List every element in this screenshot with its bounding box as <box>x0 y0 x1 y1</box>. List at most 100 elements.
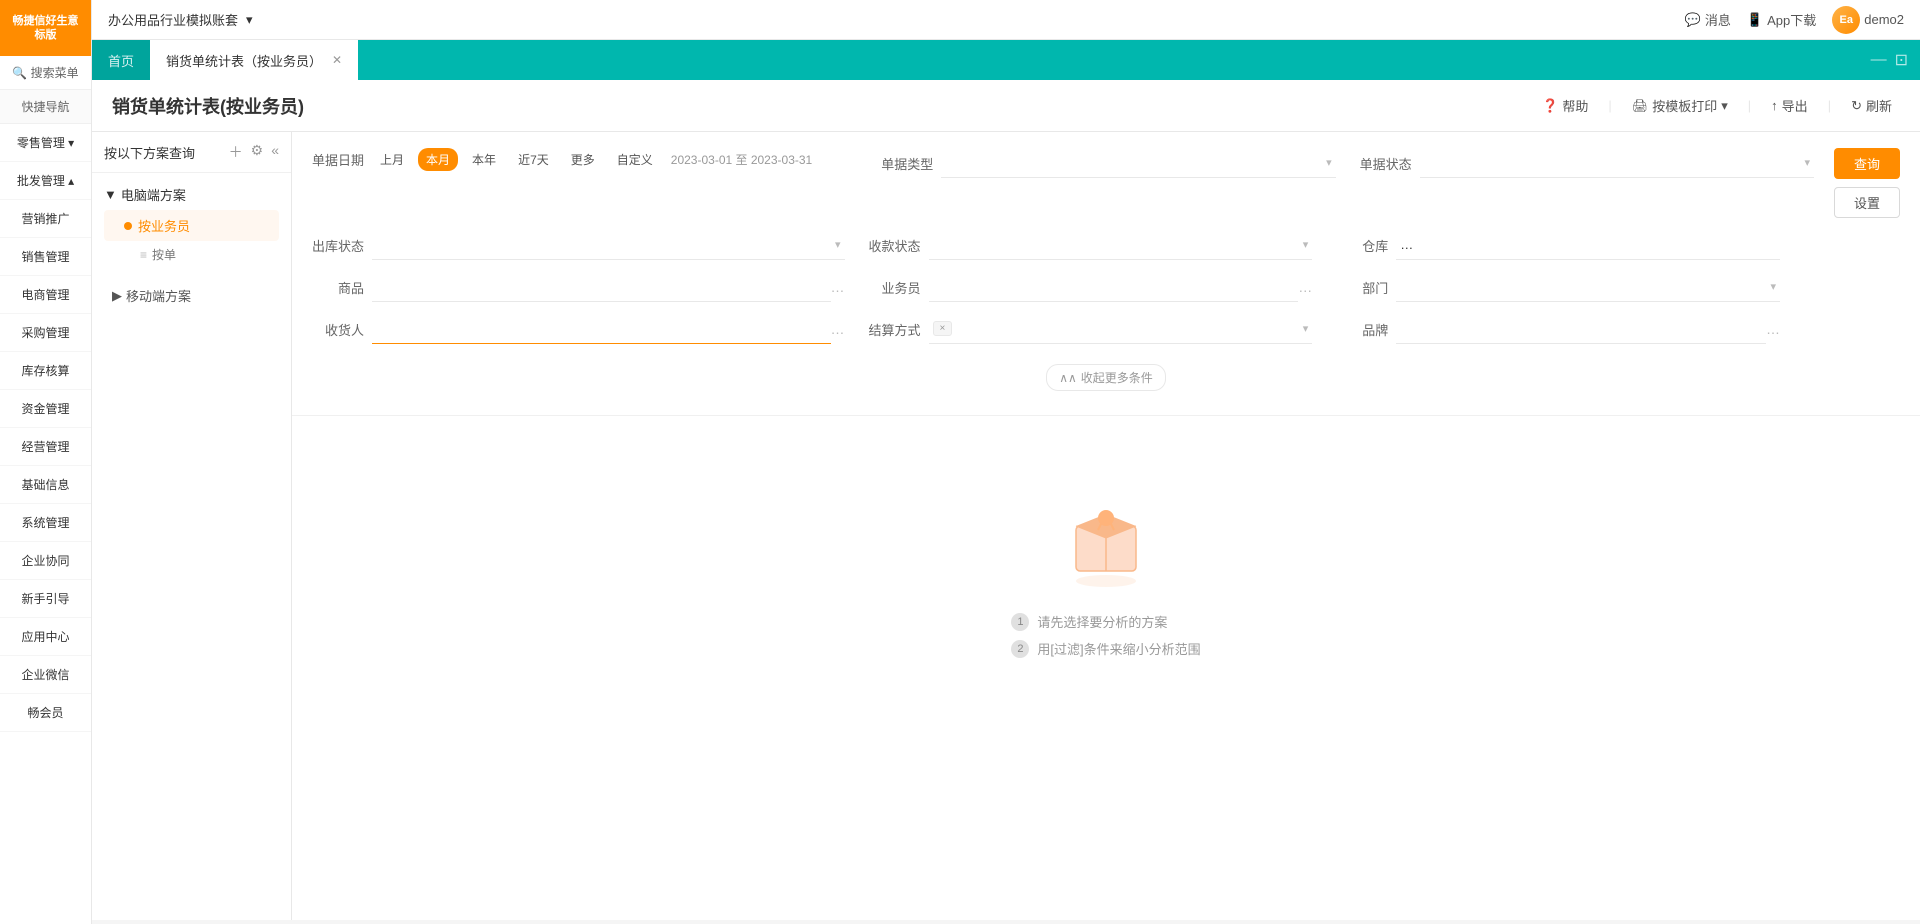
sidebar-item-operation[interactable]: 经营管理 <box>0 428 91 466</box>
refresh-button[interactable]: ↻ 刷新 <box>1843 92 1900 119</box>
sidebar-item-finance[interactable]: 资金管理 <box>0 390 91 428</box>
order-status-arrow: ▾ <box>1804 156 1810 169</box>
filter-warehouse-item: 仓库 … <box>1336 230 1780 260</box>
help-button[interactable]: ❓ 帮助 <box>1534 92 1596 119</box>
filter-staff-item: 业务员 … <box>869 272 1313 302</box>
home-tab-label: 首页 <box>108 51 134 70</box>
workspace-dropdown-icon[interactable]: ▾ <box>246 12 253 28</box>
date-more-btn[interactable]: 更多 <box>563 148 603 171</box>
consignee-input[interactable] <box>372 314 831 344</box>
sidebar-item-base[interactable]: 基础信息 <box>0 466 91 504</box>
brand-input[interactable] <box>1396 314 1766 344</box>
date-range-text: 2023-03-01 至 2023-03-31 <box>671 151 812 168</box>
date-prev-month-btn[interactable]: 上月 <box>372 148 412 171</box>
date-last7-btn[interactable]: 近7天 <box>510 148 557 171</box>
add-scheme-icon[interactable]: ＋ <box>229 142 243 162</box>
mobile-scheme-title[interactable]: ▶ 移动端方案 <box>104 280 279 311</box>
out-status-select[interactable]: ▾ <box>372 230 844 260</box>
sidebar-item-system[interactable]: 系统管理 <box>0 504 91 542</box>
staff-input[interactable] <box>929 272 1299 302</box>
settlement-select[interactable]: × ▾ <box>929 314 1313 344</box>
tab-report[interactable]: 销货单统计表（按业务员） ✕ <box>150 40 358 80</box>
order-status-select[interactable]: ▾ <box>1420 148 1814 178</box>
print-label: 按模板打印 <box>1652 96 1717 115</box>
sidebar-item-wechat[interactable]: 企业微信 <box>0 656 91 694</box>
tip-num-2: 2 <box>1011 640 1029 658</box>
tab-expand-icon[interactable]: ⊡ <box>1895 50 1908 70</box>
settings-button[interactable]: 设置 <box>1834 187 1900 218</box>
sidebar-item-sales[interactable]: 销售管理 <box>0 238 91 276</box>
filter-settlement-item: 结算方式 × ▾ <box>869 314 1313 344</box>
sidebar-item-ecommerce[interactable]: 电商管理 <box>0 276 91 314</box>
search-icon: 🔍 <box>12 66 27 80</box>
date-this-year-btn[interactable]: 本年 <box>464 148 504 171</box>
sidebar-item-wholesale[interactable]: 批发管理 ▴ <box>0 162 91 200</box>
print-button[interactable]: 🖨 按模板打印 ▾ <box>1624 92 1736 119</box>
panel-icon-group: ＋ ⚙ « <box>229 142 279 162</box>
left-panel: 按以下方案查询 ＋ ⚙ « ▼ 电脑端方案 按业务员 <box>92 132 292 920</box>
empty-state: 1 请先选择要分析的方案 2 用[过滤]条件来缩小分析范围 <box>292 416 1920 738</box>
consignee-dots[interactable]: … <box>831 321 845 337</box>
action-buttons: 查询 设置 <box>1814 148 1900 218</box>
scheme-item-by-order[interactable]: ≡ 按单 <box>104 241 279 268</box>
order-type-select[interactable]: ▾ <box>941 148 1335 178</box>
filter-order-type-item: 单据类型 ▾ <box>881 148 1335 178</box>
pc-scheme-title[interactable]: ▼ 电脑端方案 <box>104 179 279 210</box>
tab-minimize-icon[interactable]: — <box>1871 51 1887 69</box>
sidebar-item-marketing[interactable]: 营销推广 <box>0 200 91 238</box>
quick-nav-button[interactable]: 快捷导航 <box>0 90 91 124</box>
tip-num-1: 1 <box>1011 613 1029 631</box>
payment-status-arrow: ▾ <box>1303 238 1309 251</box>
collapse-button[interactable]: ∧∧ 收起更多条件 <box>1046 364 1166 391</box>
sidebar-item-inventory[interactable]: 库存核算 <box>0 352 91 390</box>
user-menu-button[interactable]: Ea demo2 <box>1832 6 1904 34</box>
empty-illustration <box>1056 496 1156 596</box>
filter-payment-status-item: 收款状态 ▾ <box>869 230 1313 260</box>
collapse-panel-icon[interactable]: « <box>271 142 279 162</box>
report-tab-label: 销货单统计表（按业务员） <box>166 51 322 70</box>
out-status-arrow: ▾ <box>835 238 841 251</box>
department-select[interactable]: ▾ <box>1396 272 1780 302</box>
left-panel-header: 按以下方案查询 ＋ ⚙ « <box>92 132 291 173</box>
sidebar-item-enterprise[interactable]: 企业协同 <box>0 542 91 580</box>
search-menu-button[interactable]: 🔍 搜索菜单 <box>0 56 91 90</box>
sidebar-item-retail[interactable]: 零售管理 ▾ <box>0 124 91 162</box>
warehouse-select[interactable]: … <box>1396 230 1780 260</box>
product-input[interactable] <box>372 272 831 302</box>
collapse-row: ∧∧ 收起更多条件 <box>312 356 1900 399</box>
page-content: 销货单统计表(按业务员) ❓ 帮助 | 🖨 按模板打印 ▾ | ↑ 导出 | <box>92 80 1920 924</box>
filter-date-item: 单据日期 上月 本月 本年 近7天 更多 自定义 2023-03-01 至 20… <box>312 148 857 171</box>
settlement-tag-x[interactable]: × <box>940 323 946 334</box>
left-panel-title: 按以下方案查询 <box>104 143 195 162</box>
app-download-button[interactable]: 📱 App下载 <box>1747 10 1816 29</box>
sidebar-item-member[interactable]: 畅会员 <box>0 694 91 732</box>
date-filter: 上月 本月 本年 近7天 更多 自定义 2023-03-01 至 2023-03… <box>372 148 812 171</box>
filter-brand-item: 品牌 … <box>1336 314 1780 344</box>
staff-dots[interactable]: … <box>1298 279 1312 295</box>
tab-home[interactable]: 首页 <box>92 40 150 80</box>
product-dots[interactable]: … <box>831 279 845 295</box>
sidebar-item-newbie[interactable]: 新手引导 <box>0 580 91 618</box>
brand-dots[interactable]: … <box>1766 321 1780 337</box>
sub-scheme-icon: ≡ <box>140 248 147 262</box>
filter-consignee-item: 收货人 … <box>312 314 845 344</box>
warehouse-value: … <box>1400 237 1413 252</box>
message-icon: 💬 <box>1685 12 1701 28</box>
tabs-bar: 首页 销货单统计表（按业务员） ✕ — ⊡ <box>92 40 1920 80</box>
out-status-label: 出库状态 <box>312 236 364 255</box>
message-button[interactable]: 💬 消息 <box>1685 10 1731 29</box>
date-custom-btn[interactable]: 自定义 <box>609 148 661 171</box>
sidebar-item-purchase[interactable]: 采购管理 <box>0 314 91 352</box>
scheme-item-by-staff[interactable]: 按业务员 <box>104 210 279 241</box>
settings-scheme-icon[interactable]: ⚙ <box>251 142 264 162</box>
payment-status-label: 收款状态 <box>869 236 921 255</box>
top-header-left: 办公用品行业模拟账套 ▾ <box>108 10 253 29</box>
staff-label: 业务员 <box>869 278 921 297</box>
settlement-tag: × <box>933 321 953 336</box>
payment-status-select[interactable]: ▾ <box>929 230 1313 260</box>
query-button[interactable]: 查询 <box>1834 148 1900 179</box>
tab-close-icon[interactable]: ✕ <box>332 53 342 67</box>
export-button[interactable]: ↑ 导出 <box>1763 92 1816 119</box>
date-this-month-btn[interactable]: 本月 <box>418 148 458 171</box>
sidebar-item-app-center[interactable]: 应用中心 <box>0 618 91 656</box>
